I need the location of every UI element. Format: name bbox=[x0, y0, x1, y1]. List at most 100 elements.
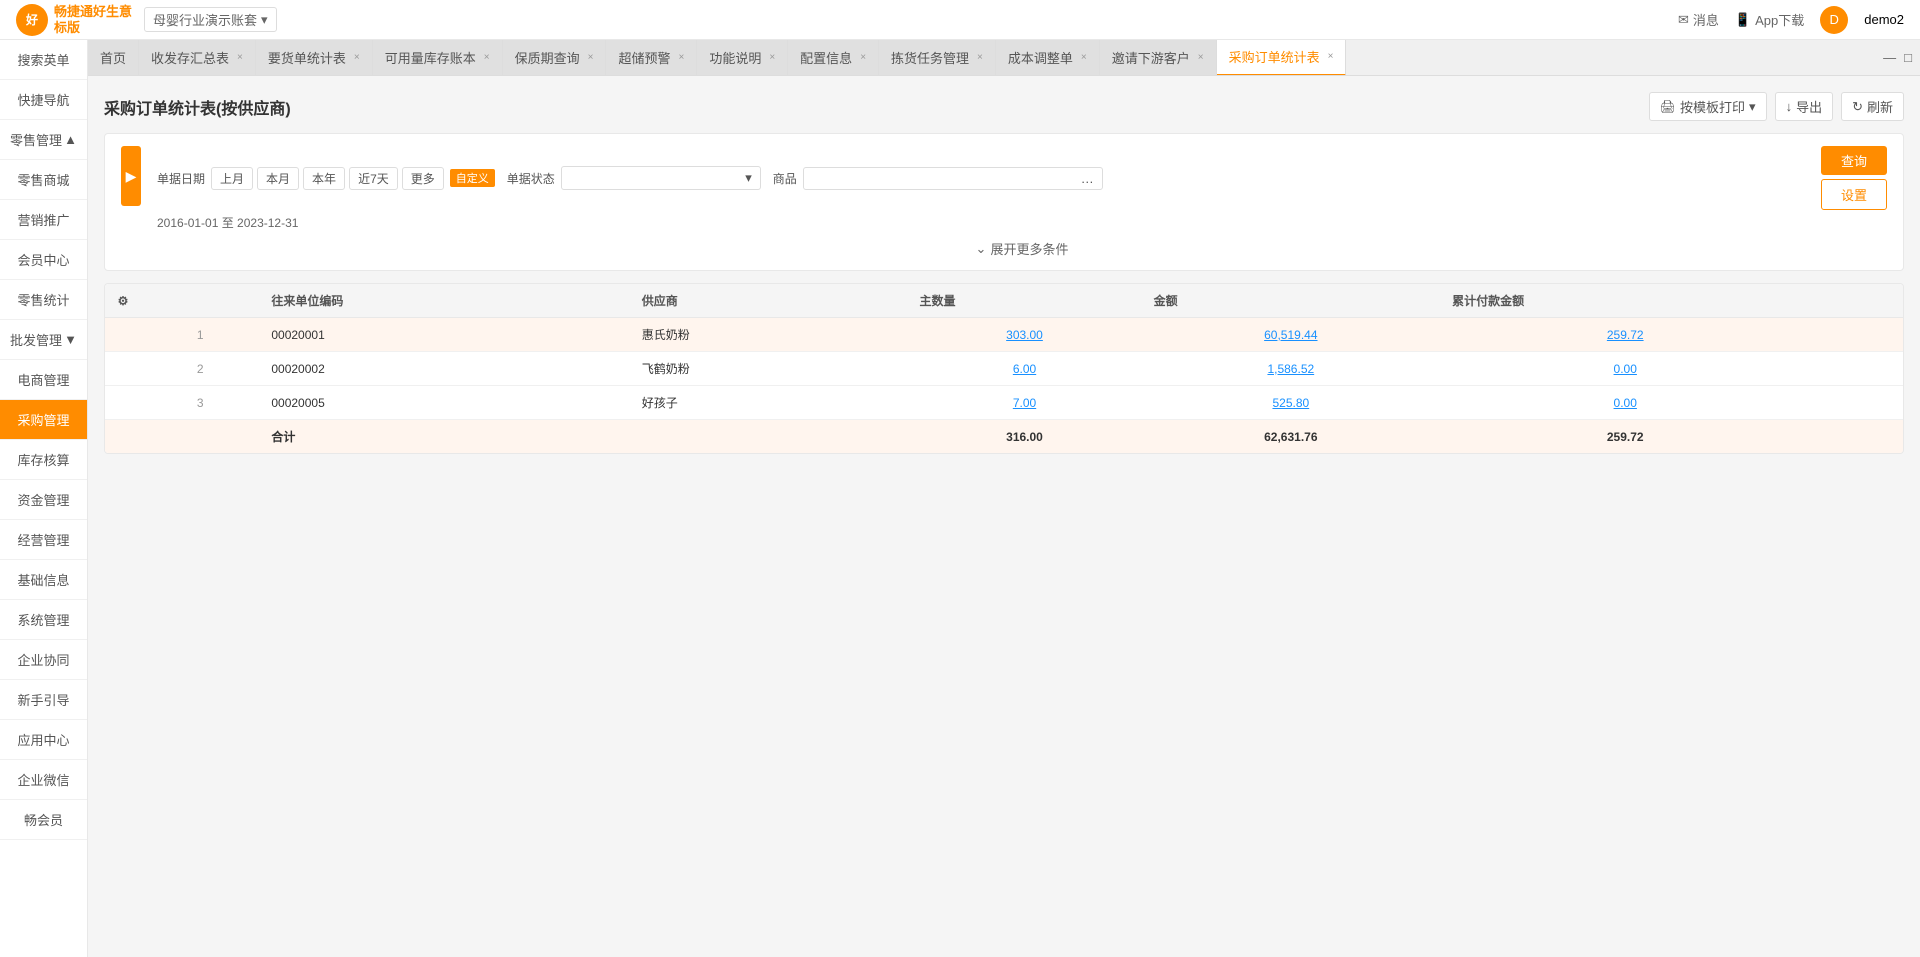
print-button[interactable]: 🖨 按模板打印 ▾ bbox=[1649, 92, 1767, 121]
cell-paid[interactable]: 0.00 bbox=[1440, 386, 1810, 420]
date-range-display: 2016-01-01 至 2023-12-31 bbox=[157, 214, 1887, 231]
tab-close-stocking-task[interactable]: × bbox=[977, 52, 983, 63]
goods-filter: 商品 … bbox=[773, 167, 1103, 190]
sidebar-item-system[interactable]: 系统管理 bbox=[0, 600, 87, 640]
sidebar-item-retail-stat[interactable]: 零售统计 bbox=[0, 280, 87, 320]
maximize-icon[interactable]: □ bbox=[1904, 50, 1912, 65]
tab-purchase-stat[interactable]: 采购订单统计表 × bbox=[1217, 40, 1347, 76]
col-settings[interactable]: ⚙ bbox=[105, 284, 141, 318]
sidebar-item-marketing[interactable]: 营销推广 bbox=[0, 200, 87, 240]
cell-qty[interactable]: 303.00 bbox=[907, 318, 1141, 352]
export-button[interactable]: ↓ 导出 bbox=[1775, 92, 1834, 121]
tab-close-overstock-warn[interactable]: × bbox=[678, 52, 684, 63]
sidebar: 搜索英单 快捷导航 零售管理 ▲ 零售商城 营销推广 会员中心 零售统计 批发管… bbox=[0, 40, 88, 957]
cell-code: 00020005 bbox=[259, 386, 629, 420]
chevron-down-icon: ⌄ bbox=[976, 241, 987, 257]
tab-order-stat[interactable]: 要货单统计表 × bbox=[256, 40, 373, 76]
sidebar-item-retail[interactable]: 零售管理 ▲ bbox=[0, 120, 87, 160]
settings-button[interactable]: 设置 bbox=[1821, 179, 1887, 210]
cell-paid[interactable]: 0.00 bbox=[1440, 352, 1810, 386]
cell-paid[interactable]: 259.72 bbox=[1440, 318, 1810, 352]
chevron-down-icon: ▼ bbox=[64, 332, 77, 347]
data-table: ⚙ 往来单位编码 供应商 主数量 金额 累计付款金额 1 000200 bbox=[104, 283, 1904, 454]
goods-input[interactable]: … bbox=[803, 167, 1103, 190]
sidebar-item-wholesale[interactable]: 批发管理 ▼ bbox=[0, 320, 87, 360]
tab-close-inventory-ledger[interactable]: × bbox=[484, 52, 490, 63]
tab-close-order-stat[interactable]: × bbox=[354, 52, 360, 63]
col-code: 往来单位编码 bbox=[259, 284, 629, 318]
message-button[interactable]: ✉ 消息 bbox=[1678, 10, 1719, 29]
footer-extra bbox=[1810, 420, 1903, 454]
sidebar-item-wechat[interactable]: 企业微信 bbox=[0, 760, 87, 800]
footer-no bbox=[141, 420, 259, 454]
footer-qty: 316.00 bbox=[907, 420, 1141, 454]
tab-close-invite-downstream[interactable]: × bbox=[1198, 52, 1204, 63]
tab-receive-pay[interactable]: 收发存汇总表 × bbox=[139, 40, 256, 76]
date-filter: 单据日期 上月 本月 本年 近7天 更多 自定义 bbox=[157, 167, 495, 190]
sidebar-item-retail-mall[interactable]: 零售商城 bbox=[0, 160, 87, 200]
cell-supplier: 好孩子 bbox=[630, 386, 908, 420]
refresh-button[interactable]: ↻ 刷新 bbox=[1841, 92, 1904, 121]
app-download-button[interactable]: 📱 App下载 bbox=[1735, 10, 1804, 29]
tab-cost-adjust[interactable]: 成本调整单 × bbox=[996, 40, 1100, 76]
message-icon: ✉ bbox=[1678, 12, 1689, 28]
tab-close-config-info[interactable]: × bbox=[860, 52, 866, 63]
tab-config-info[interactable]: 配置信息 × bbox=[788, 40, 879, 76]
cell-amount[interactable]: 60,519.44 bbox=[1142, 318, 1440, 352]
table-row[interactable]: 2 00020002 飞鹤奶粉 6.00 1,586.52 0.00 bbox=[105, 352, 1903, 386]
query-button[interactable]: 查询 bbox=[1821, 146, 1887, 175]
sidebar-item-basic[interactable]: 基础信息 bbox=[0, 560, 87, 600]
workspace-select[interactable]: 母婴行业演示账套 ▾ bbox=[144, 7, 277, 32]
status-select[interactable]: ▾ bbox=[561, 166, 761, 190]
sidebar-item-inventory[interactable]: 库存核算 bbox=[0, 440, 87, 480]
this-month-button[interactable]: 本月 bbox=[257, 167, 299, 190]
tab-inventory-ledger[interactable]: 可用量库存账本 × bbox=[373, 40, 503, 76]
cell-qty[interactable]: 7.00 bbox=[907, 386, 1141, 420]
status-filter: 单据状态 ▾ bbox=[507, 166, 761, 190]
filter-toggle-button[interactable]: ▶ bbox=[121, 146, 141, 206]
sidebar-item-purchase[interactable]: 采购管理 bbox=[0, 400, 87, 440]
more-date-button[interactable]: 更多 bbox=[402, 167, 444, 190]
cell-code: 00020002 bbox=[259, 352, 629, 386]
sidebar-item-newbie[interactable]: 新手引导 bbox=[0, 680, 87, 720]
col-paid: 累计付款金额 bbox=[1440, 284, 1810, 318]
tab-close-purchase-stat[interactable]: × bbox=[1328, 51, 1334, 62]
sidebar-item-ecom[interactable]: 电商管理 bbox=[0, 360, 87, 400]
last-month-button[interactable]: 上月 bbox=[211, 167, 253, 190]
tab-overstock-warn[interactable]: 超储预警 × bbox=[606, 40, 697, 76]
table-row[interactable]: 1 00020001 惠氏奶粉 303.00 60,519.44 259.72 bbox=[105, 318, 1903, 352]
chevron-down-icon: ▾ bbox=[1749, 99, 1756, 115]
page-title: 采购订单统计表(按供应商) bbox=[104, 95, 291, 119]
cell-settings bbox=[105, 318, 141, 352]
tab-stocking-task[interactable]: 拣货任务管理 × bbox=[879, 40, 996, 76]
tab-bar: 首页 收发存汇总表 × 要货单统计表 × 可用量库存账本 × 保质期查询 × 超… bbox=[88, 40, 1920, 76]
tab-close-shelf-query[interactable]: × bbox=[588, 52, 594, 63]
tab-close-func-desc[interactable]: × bbox=[769, 52, 775, 63]
cell-qty[interactable]: 6.00 bbox=[907, 352, 1141, 386]
expand-more-button[interactable]: ⌄ 展开更多条件 bbox=[157, 239, 1887, 258]
sidebar-item-ops[interactable]: 经营管理 bbox=[0, 520, 87, 560]
last-7-days-button[interactable]: 近7天 bbox=[349, 167, 398, 190]
sidebar-item-member2[interactable]: 畅会员 bbox=[0, 800, 87, 840]
sidebar-item-finance[interactable]: 资金管理 bbox=[0, 480, 87, 520]
cell-amount[interactable]: 1,586.52 bbox=[1142, 352, 1440, 386]
footer-settings bbox=[105, 420, 141, 454]
sidebar-item-appcenter[interactable]: 应用中心 bbox=[0, 720, 87, 760]
sidebar-item-search[interactable]: 搜索英单 bbox=[0, 40, 87, 80]
avatar[interactable]: D bbox=[1820, 6, 1848, 34]
tab-close-receive-pay[interactable]: × bbox=[237, 52, 243, 63]
tab-invite-downstream[interactable]: 邀请下游客户 × bbox=[1100, 40, 1217, 76]
sidebar-item-shortcut[interactable]: 快捷导航 bbox=[0, 80, 87, 120]
sidebar-item-member[interactable]: 会员中心 bbox=[0, 240, 87, 280]
tab-home[interactable]: 首页 bbox=[88, 40, 139, 76]
tab-close-cost-adjust[interactable]: × bbox=[1081, 52, 1087, 63]
sidebar-item-collab[interactable]: 企业协同 bbox=[0, 640, 87, 680]
minimize-icon[interactable]: — bbox=[1883, 50, 1896, 65]
this-year-button[interactable]: 本年 bbox=[303, 167, 345, 190]
filter-actions: 查询 设置 bbox=[1821, 146, 1887, 210]
phone-icon: 📱 bbox=[1735, 12, 1751, 28]
table-row[interactable]: 3 00020005 好孩子 7.00 525.80 0.00 bbox=[105, 386, 1903, 420]
tab-func-desc[interactable]: 功能说明 × bbox=[697, 40, 788, 76]
tab-shelf-query[interactable]: 保质期查询 × bbox=[503, 40, 607, 76]
cell-amount[interactable]: 525.80 bbox=[1142, 386, 1440, 420]
